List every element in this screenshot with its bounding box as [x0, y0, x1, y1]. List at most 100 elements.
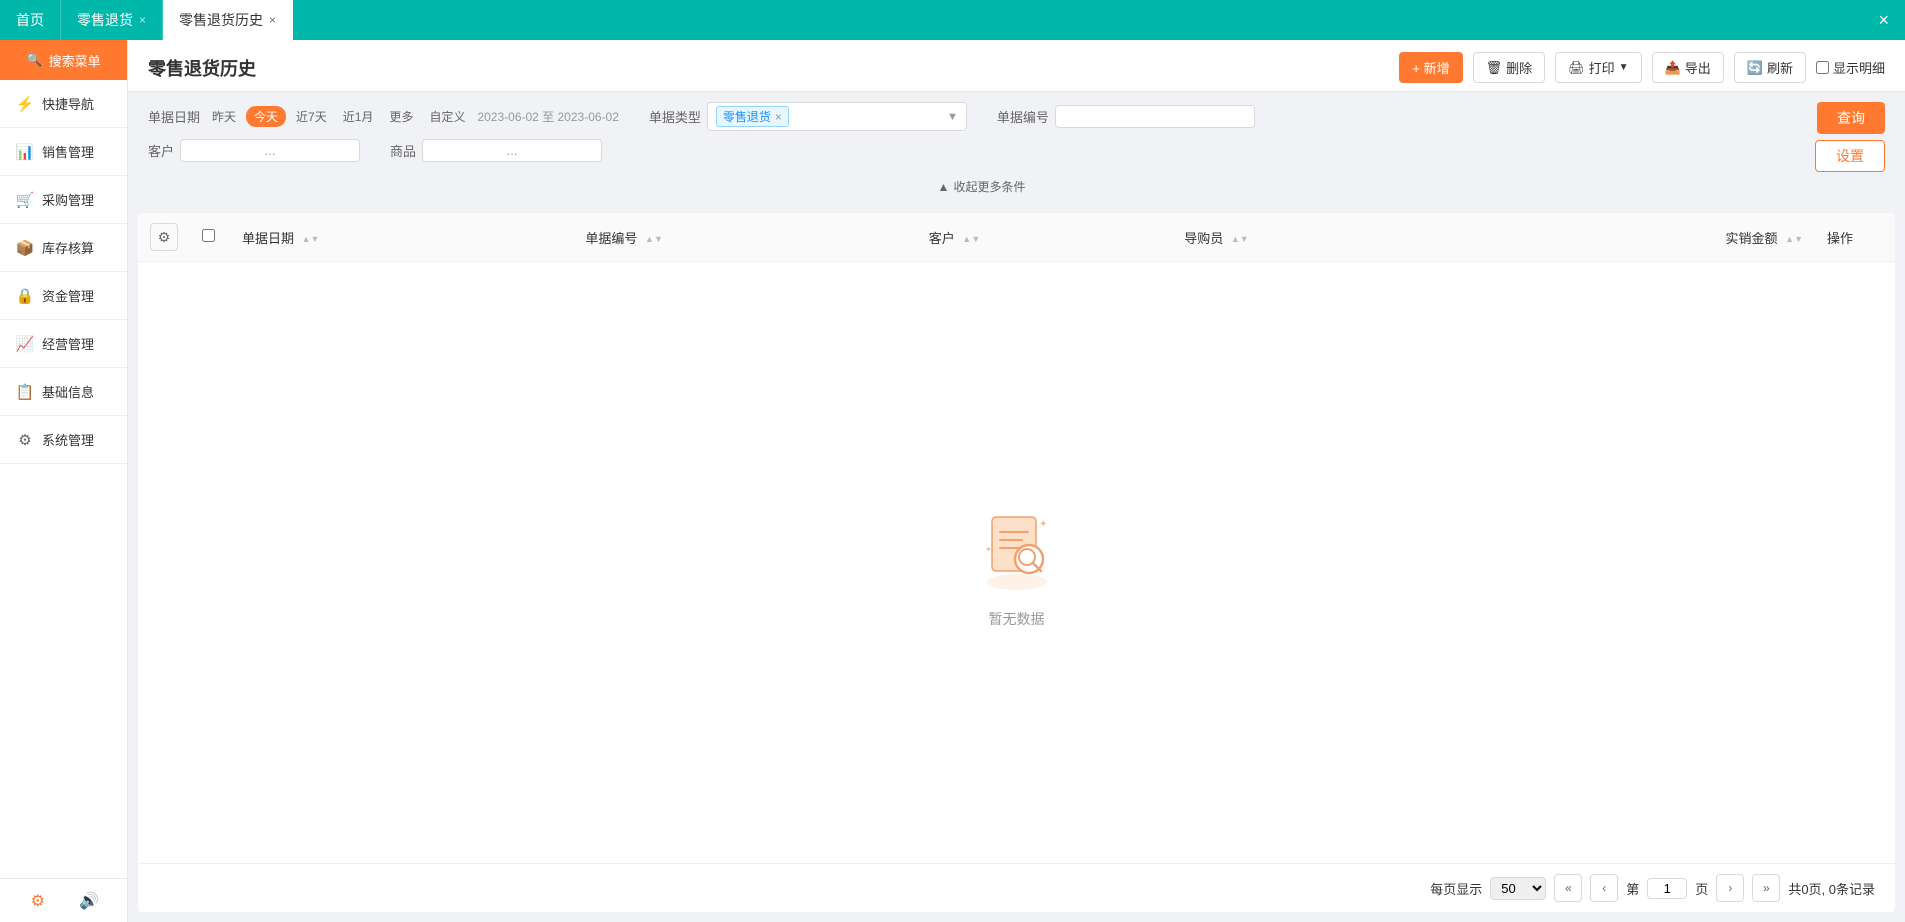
delete-button[interactable]: 🗑 删除	[1473, 52, 1546, 83]
export-icon: 📤	[1665, 60, 1681, 76]
collapse-up-icon: ▲	[938, 180, 950, 194]
delete-button-label: 删除	[1506, 58, 1532, 77]
show-detail-checkbox-label[interactable]: 显示明细	[1816, 58, 1885, 77]
date-option-1month[interactable]: 近1月	[337, 106, 380, 127]
filter-goods-select[interactable]: ...	[422, 139, 602, 162]
refresh-icon: 🔄	[1747, 60, 1763, 76]
refresh-button[interactable]: 🔄 刷新	[1734, 52, 1806, 83]
sidebar-item-label: 经营管理	[42, 334, 94, 353]
th-customer-sort[interactable]: ▲▼	[962, 235, 980, 244]
pagination-bar: 每页显示 50 10 20 100 « ‹ 第 页 › » 共0页, 0条记录	[138, 863, 1895, 912]
th-date-label: 单据日期	[242, 231, 294, 246]
page-label: 第	[1626, 879, 1639, 898]
sidebar-item-system[interactable]: ⚙ 系统管理	[0, 416, 127, 464]
th-guide: 导购员 ▲▼	[1172, 213, 1471, 262]
sidebar-item-inventory[interactable]: 📦 库存核算	[0, 224, 127, 272]
filter-type-select[interactable]: 零售退货 × ▼	[707, 102, 967, 131]
tab-retail-return-history[interactable]: 零售退货历史 ×	[163, 0, 293, 40]
sidebar-item-operations[interactable]: 📈 经营管理	[0, 320, 127, 368]
date-option-more[interactable]: 更多	[383, 106, 419, 127]
filter-type-tag-close[interactable]: ×	[775, 110, 782, 124]
filter-row-1: 单据日期 昨天 今天 近7天 近1月 更多 自定义 2023-06-02 至 2…	[148, 102, 1815, 131]
filter-number-input[interactable]	[1055, 105, 1255, 128]
filter-goods-item: 商品 ...	[390, 139, 602, 162]
th-operations: 操作	[1815, 213, 1895, 262]
sidebar-item-purchase[interactable]: 🛒 采购管理	[0, 176, 127, 224]
svg-text:✦: ✦	[1039, 519, 1047, 530]
sidebar-item-finance[interactable]: 🔒 资金管理	[0, 272, 127, 320]
svg-text:✦: ✦	[985, 545, 992, 554]
delete-icon: 🗑	[1486, 60, 1503, 76]
print-button-label: 打印	[1589, 58, 1615, 77]
content-area: 零售退货历史 + 新增 🗑 删除 🖨 打印 ▼ 📤	[128, 40, 1905, 922]
tab-home[interactable]: 首页	[0, 0, 61, 40]
print-button[interactable]: 🖨 打印 ▼	[1555, 52, 1641, 83]
collapse-label: 收起更多条件	[953, 178, 1025, 195]
sidebar-item-sales[interactable]: 📊 销售管理	[0, 128, 127, 176]
date-option-7days[interactable]: 近7天	[290, 106, 333, 127]
th-guide-sort[interactable]: ▲▼	[1231, 235, 1249, 244]
th-date-sort[interactable]: ▲▼	[302, 235, 320, 244]
th-amount-sort[interactable]: ▲▼	[1785, 235, 1803, 244]
per-page-label: 每页显示	[1430, 879, 1482, 898]
tab-retail-return-close[interactable]: ×	[139, 13, 146, 27]
basic-info-icon: 📋	[16, 383, 34, 401]
main-layout: 🔍 搜索菜单 ⚡ 快捷导航 📊 销售管理 🛒 采购管理 📦 库存核算 🔒	[0, 40, 1905, 922]
sidebar-item-label: 资金管理	[42, 286, 94, 305]
th-customer-label: 客户	[929, 231, 955, 246]
th-date: 单据日期 ▲▼	[230, 213, 573, 262]
filter-date-label: 单据日期	[148, 107, 200, 126]
filter-customer-select[interactable]: ...	[180, 139, 360, 162]
first-page-btn[interactable]: «	[1554, 874, 1582, 902]
empty-illustration: ✦ ✦	[967, 497, 1067, 597]
th-number-sort[interactable]: ▲▼	[645, 235, 663, 244]
per-page-select[interactable]: 50 10 20 100	[1490, 877, 1546, 900]
date-option-today[interactable]: 今天	[246, 106, 286, 127]
filter-row-2: 客户 ... 商品 ...	[148, 139, 1815, 162]
quick-nav-icon: ⚡	[16, 95, 34, 113]
filter-type-item: 单据类型 零售退货 × ▼	[649, 102, 967, 131]
sidebar-item-label: 系统管理	[42, 430, 94, 449]
sidebar-item-quick-nav[interactable]: ⚡ 快捷导航	[0, 80, 127, 128]
last-page-btn[interactable]: »	[1752, 874, 1780, 902]
empty-state: ✦ ✦ 暂无数据	[138, 262, 1895, 863]
sidebar-search[interactable]: 🔍 搜索菜单	[0, 40, 127, 80]
data-table: ⚙ 单据日期 ▲▼ 单据编号 ▲▼	[138, 213, 1895, 262]
new-button[interactable]: + 新增	[1399, 52, 1462, 83]
show-detail-checkbox[interactable]	[1816, 61, 1829, 74]
collapse-bar[interactable]: ▲ 收起更多条件	[148, 174, 1815, 199]
export-button[interactable]: 📤 导出	[1652, 52, 1724, 83]
next-page-btn[interactable]: ›	[1716, 874, 1744, 902]
window-close-button[interactable]: ×	[1862, 0, 1905, 40]
query-set-col: 查询 设置	[1815, 102, 1885, 172]
audio-footer-btn[interactable]: 🔊	[73, 885, 105, 917]
filter-goods-label: 商品	[390, 141, 416, 160]
th-checkbox-col	[190, 213, 230, 262]
sidebar-item-label: 快捷导航	[42, 94, 94, 113]
filter-section: 单据日期 昨天 今天 近7天 近1月 更多 自定义 2023-06-02 至 2…	[128, 92, 1905, 203]
sidebar-nav: ⚡ 快捷导航 📊 销售管理 🛒 采购管理 📦 库存核算 🔒 资金管理 📈	[0, 80, 127, 878]
new-button-label: + 新增	[1412, 58, 1449, 77]
th-amount-label: 实销金额	[1726, 231, 1778, 246]
tab-retail-return[interactable]: 零售退货 ×	[61, 0, 163, 40]
tab-retail-return-history-label: 零售退货历史	[179, 10, 263, 30]
filter-number-item: 单据编号	[997, 105, 1255, 128]
filter-date-item: 单据日期 昨天 今天 近7天 近1月 更多 自定义 2023-06-02 至 2…	[148, 106, 619, 127]
query-button[interactable]: 查询	[1817, 102, 1885, 134]
settings-footer-btn[interactable]: ⚙	[22, 885, 54, 917]
show-detail-label: 显示明细	[1833, 58, 1885, 77]
date-option-custom[interactable]: 自定义	[423, 106, 471, 127]
empty-text: 暂无数据	[989, 609, 1045, 629]
select-all-checkbox[interactable]	[202, 229, 215, 242]
set-button[interactable]: 设置	[1815, 140, 1885, 172]
sidebar-item-basic-info[interactable]: 📋 基础信息	[0, 368, 127, 416]
table-settings-btn[interactable]: ⚙	[150, 223, 178, 251]
prev-page-btn[interactable]: ‹	[1590, 874, 1618, 902]
tab-retail-return-history-close[interactable]: ×	[269, 13, 276, 27]
filter-type-tag-text: 零售退货	[723, 108, 771, 125]
page-number-input[interactable]	[1647, 878, 1687, 899]
sidebar-item-label: 库存核算	[42, 238, 94, 257]
date-option-yesterday[interactable]: 昨天	[206, 106, 242, 127]
print-icon: 🖨	[1568, 60, 1585, 76]
sidebar-footer: ⚙ 🔊	[0, 878, 127, 922]
